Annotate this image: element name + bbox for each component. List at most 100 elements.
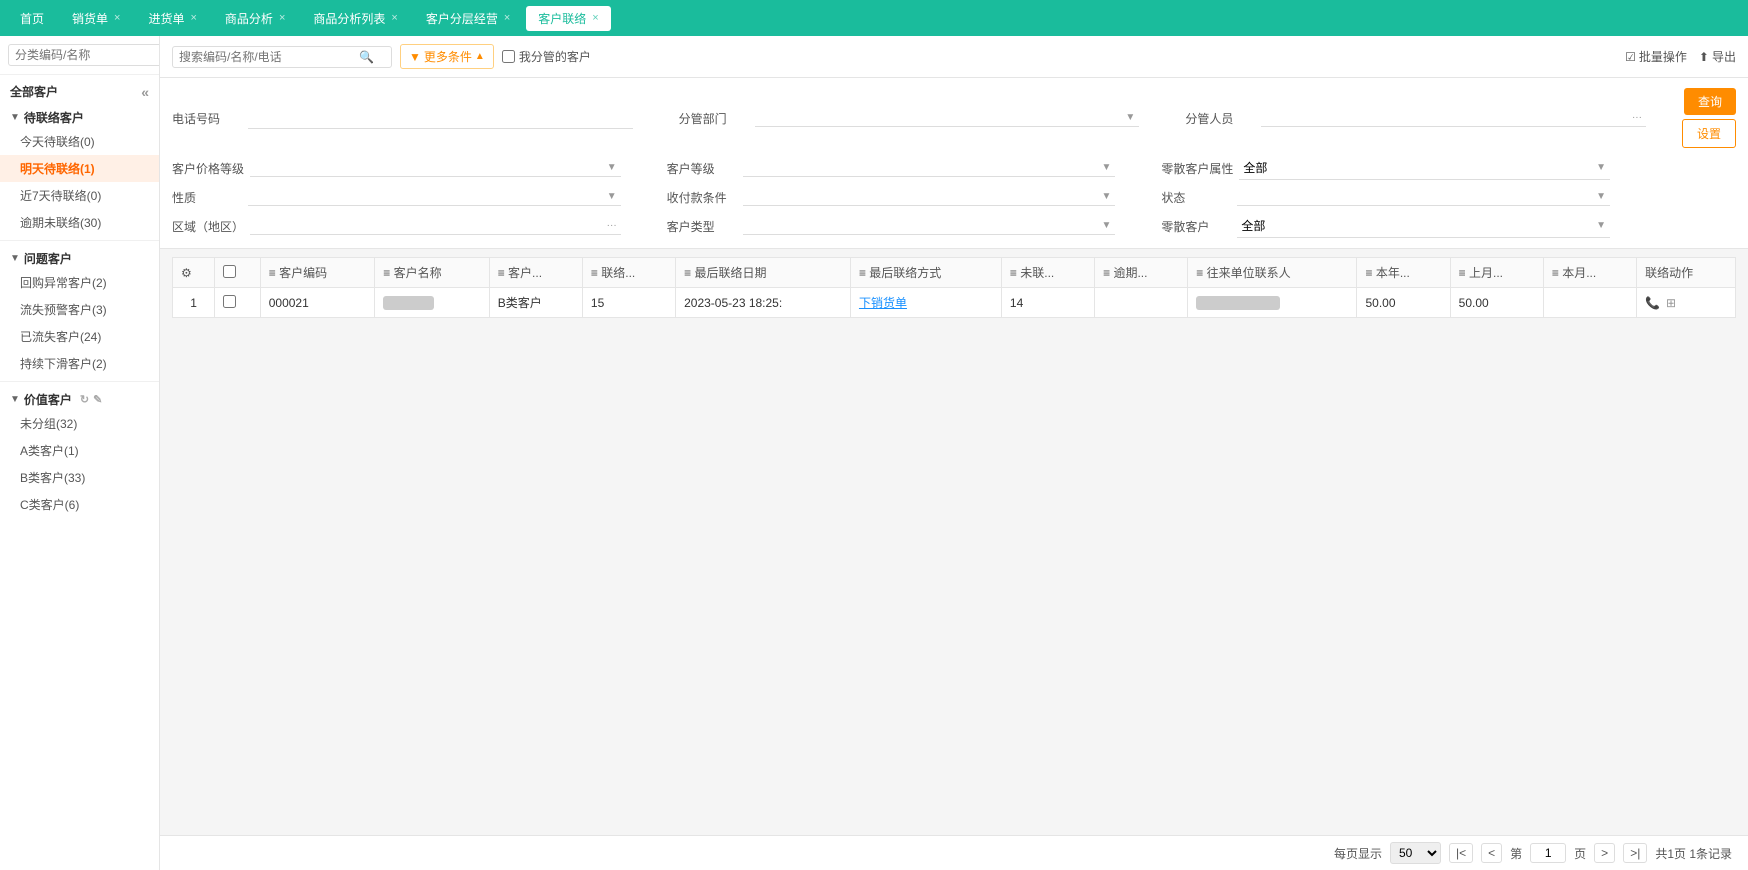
sidebar-search-input[interactable] [8,44,160,66]
row-checkbox-1 [215,288,261,318]
sidebar-item-b-class[interactable]: B类客户(33) [0,464,159,491]
nav-customer-contact[interactable]: 客户联络 × [526,6,610,31]
row-action-grid-icon[interactable]: ⊞ [1666,296,1676,310]
set-button[interactable]: 设置 [1682,119,1736,148]
nav-close-customer-tier[interactable]: × [504,12,510,24]
settings-icon[interactable]: ⚙ [181,266,192,280]
nav-close-product-analysis-list[interactable]: × [391,12,397,24]
filter-actions: 查询 设置 [1682,88,1736,148]
last-method-link[interactable]: 下销货单 [859,296,907,310]
sidebar-item-churned[interactable]: 已流失客户(24) [0,323,159,350]
col-this-year[interactable]: ≡ 本年... [1357,258,1450,288]
sidebar-item-c-class[interactable]: C类客户(6) [0,491,159,518]
sidebar-item-a-class[interactable]: A类客户(1) [0,437,159,464]
table-body: 1 000021 Ea B类客户 15 2023-05-23 18:25: 下销… [173,288,1736,318]
filter-row-2: 客户价格等级 ▼ 客户等级 ▼ 零散客户属性 [172,156,1736,180]
select-all-checkbox[interactable] [223,265,236,278]
nav-purchase-order[interactable]: 进货单 × [136,6,208,31]
status-select[interactable]: ▼ [1237,188,1610,206]
col-last-contact-date[interactable]: ≡ 最后联络日期 [676,258,851,288]
nav-close-purchase-order[interactable]: × [190,12,196,24]
col-customer-name[interactable]: ≡ 客户名称 [375,258,489,288]
row-last-date-1: 2023-05-23 18:25: [676,288,851,318]
cust-level-caret-icon: ▼ [1101,162,1111,173]
row-this-month-1 [1543,288,1636,318]
nav-customer-tier[interactable]: 客户分层经营 × [414,6,522,31]
nav-close-product-analysis[interactable]: × [279,12,285,24]
page-last-button[interactable]: >| [1623,843,1647,863]
pagination-bar: 每页显示 50 100 200 |< < 第 页 > >| 共1页 1条记录 [160,835,1748,870]
sidebar-all-customers-header: 全部客户 « [0,75,159,104]
problem-arrow-icon: ▼ [10,253,20,264]
retail-attr-select[interactable]: 全部 ▼ [1239,156,1610,180]
nav-close-sales-order[interactable]: × [114,12,120,24]
col-overdue[interactable]: ≡ 逾期... [1095,258,1188,288]
sidebar-item-ungrouped[interactable]: 未分组(32) [0,410,159,437]
col-customer-type[interactable]: ≡ 客户... [489,258,582,288]
customer-price-level-select[interactable]: ▼ [250,159,621,177]
page-prev-button[interactable]: < [1481,843,1502,863]
nav-product-analysis-list[interactable]: 商品分析列表 × [301,6,409,31]
payment-select[interactable]: ▼ [743,188,1116,206]
gender-select[interactable]: ▼ [248,188,621,206]
sidebar-item-repurchase-abnormal[interactable]: 回购异常客户(2) [0,269,159,296]
sidebar-collapse-icon[interactable]: « [141,84,149,100]
filter-search-input[interactable] [179,50,359,64]
export-button[interactable]: ⬆ 导出 [1699,48,1736,65]
col-contact-person[interactable]: ≡ 往来单位联系人 [1188,258,1357,288]
col-last-contact-method[interactable]: ≡ 最后联络方式 [850,258,1001,288]
filter-icon: ▼ [409,50,421,64]
sidebar-problem-group: ▼ 问题客户 [0,245,159,269]
filter-search-icon[interactable]: 🔍 [359,50,374,64]
sidebar-item-churn-warning[interactable]: 流失预警客户(3) [0,296,159,323]
my-customers-checkbox[interactable] [502,50,515,63]
row-action-phone-icon[interactable]: 📞 [1645,296,1660,310]
nav-close-customer-contact[interactable]: × [592,12,598,24]
sidebar-item-7day-pending[interactable]: 近7天待联络(0) [0,182,159,209]
row-name-1: Ea [375,288,489,318]
filter-bar: 🔍 ▼ 更多条件 ▲ 我分管的客户 ☑ 批量操作 ⬆ 导出 [160,36,1748,78]
status-caret-icon: ▼ [1596,191,1606,202]
nav-home[interactable]: 首页 [8,6,56,31]
col-unlinkable[interactable]: ≡ 未联... [1001,258,1094,288]
row-select-checkbox[interactable] [223,295,236,308]
col-contact-count[interactable]: ≡ 联络... [582,258,675,288]
sidebar-item-overdue-pending[interactable]: 逾期未联络(30) [0,209,159,236]
col-checkbox [215,258,261,288]
sidebar-value-group: ▼ 价值客户 ↻ ✎ [0,386,159,410]
value-refresh-icon[interactable]: ↻ [80,393,89,406]
area-select[interactable]: ··· [250,217,621,235]
page-size-select[interactable]: 50 100 200 [1390,842,1441,864]
row-contact-count-1: 15 [582,288,675,318]
col-customer-code[interactable]: ≡ 客户编码 [260,258,374,288]
person-select[interactable]: ··· [1261,109,1646,127]
row-actions-1: 📞 ⊞ [1637,288,1736,318]
page-number-input[interactable] [1530,843,1566,863]
page-next-button[interactable]: > [1594,843,1615,863]
gender-field: 性质 ▼ [172,188,621,206]
sidebar-item-tomorrow-pending[interactable]: 明天待联络(1) [0,155,159,182]
customer-type-select[interactable]: ▼ [743,217,1116,235]
col-last-month[interactable]: ≡ 上月... [1450,258,1543,288]
retail-customer-select[interactable]: 全部 ▼ [1237,214,1610,238]
col-settings: ⚙ [173,258,215,288]
page-first-button[interactable]: |< [1449,843,1473,863]
dept-select[interactable]: ▼ [755,109,1140,127]
query-button[interactable]: 查询 [1684,88,1736,115]
table-container: ⚙ ≡ 客户编码 ≡ 客户名称 ≡ 客户... ≡ 联络... ≡ 最后联络日期… [160,249,1748,835]
nav-product-analysis[interactable]: 商品分析 × [213,6,297,31]
nav-sales-order[interactable]: 销货单 × [60,6,132,31]
row-type-1: B类客户 [489,288,582,318]
more-conditions-button[interactable]: ▼ 更多条件 ▲ [400,44,494,69]
filter-search-wrap: 🔍 [172,46,392,68]
row-last-method-1: 下销货单 [850,288,1001,318]
col-this-month[interactable]: ≡ 本月... [1543,258,1636,288]
sidebar-item-today-pending[interactable]: 今天待联络(0) [0,128,159,155]
gender-caret-icon: ▼ [607,191,617,202]
customer-level-select[interactable]: ▼ [743,159,1116,177]
value-edit-icon[interactable]: ✎ [93,393,102,406]
phone-input[interactable] [248,108,633,129]
area-caret-icon: ··· [607,220,617,231]
sidebar-item-declining[interactable]: 持续下滑客户(2) [0,350,159,377]
batch-ops-button[interactable]: ☑ 批量操作 [1625,48,1687,65]
